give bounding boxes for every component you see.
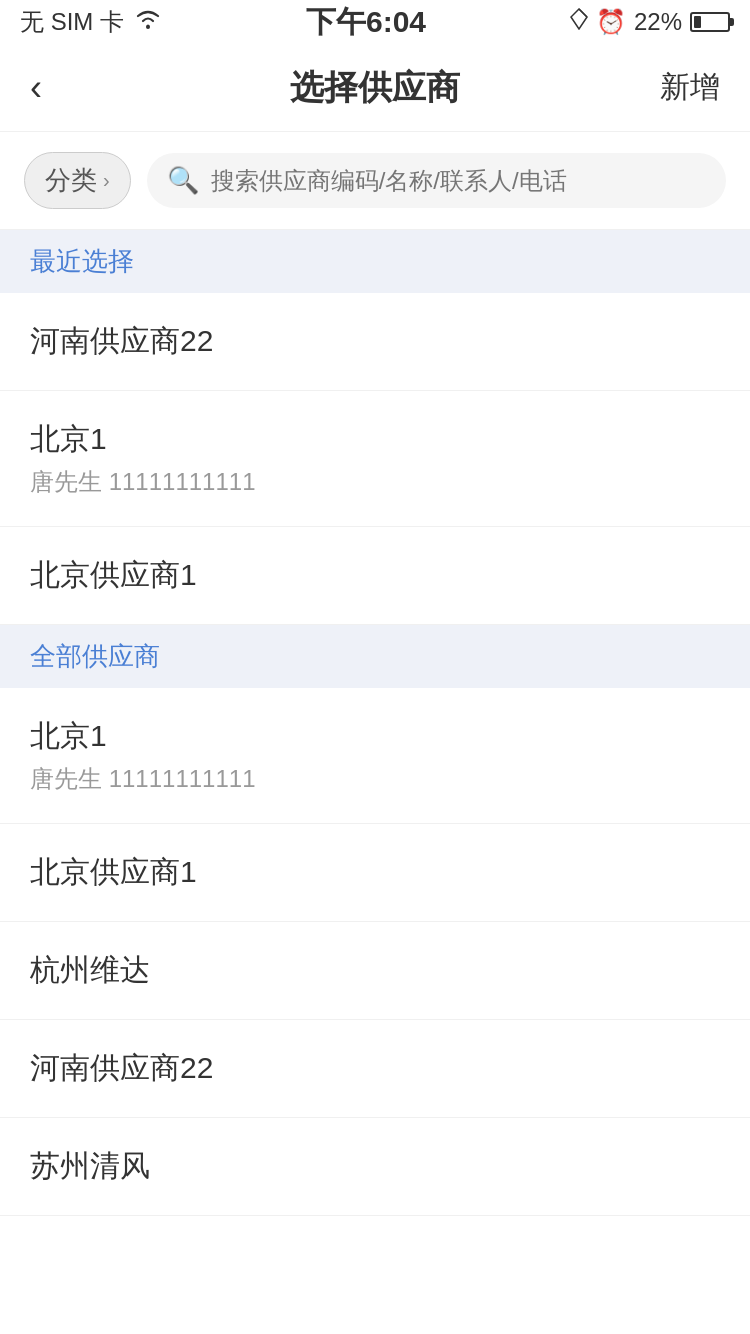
list-item[interactable]: 河南供应商22: [0, 293, 750, 391]
svg-point-0: [146, 25, 150, 29]
recent-list: 河南供应商22 北京1 唐先生 11111111111 北京供应商1: [0, 293, 750, 625]
battery-percent: 22%: [634, 8, 682, 36]
item-name: 苏州清风: [30, 1146, 720, 1187]
list-item[interactable]: 北京供应商1: [0, 824, 750, 922]
category-label: 分类: [45, 163, 97, 198]
list-item[interactable]: 河南供应商22: [0, 1020, 750, 1118]
item-name: 北京供应商1: [30, 852, 720, 893]
no-sim-text: 无 SIM 卡: [20, 6, 124, 38]
status-bar: 无 SIM 卡 下午6:04 ⏰ 22%: [0, 0, 750, 44]
status-right: ⏰ 22%: [570, 8, 730, 36]
all-section-label: 全部供应商: [30, 641, 160, 671]
item-name: 杭州维达: [30, 950, 720, 991]
item-name: 北京1: [30, 716, 720, 757]
item-name: 河南供应商22: [30, 321, 720, 362]
alarm-icon: ⏰: [596, 8, 626, 36]
recent-section-header: 最近选择: [0, 230, 750, 293]
nav-bar: ‹ 选择供应商 新增: [0, 44, 750, 132]
item-sub: 唐先生 11111111111: [30, 466, 720, 498]
back-button[interactable]: ‹: [30, 67, 90, 109]
item-name: 河南供应商22: [30, 1048, 720, 1089]
search-input[interactable]: [211, 167, 706, 195]
status-time: 下午6:04: [306, 2, 426, 43]
battery-icon: [690, 12, 730, 32]
location-icon: [570, 8, 588, 36]
search-box: 🔍: [147, 153, 726, 208]
search-icon: 🔍: [167, 165, 199, 196]
item-name: 北京1: [30, 419, 720, 460]
all-list: 北京1 唐先生 11111111111 北京供应商1 杭州维达河南供应商22 苏州清风: [0, 688, 750, 1216]
recent-section-label: 最近选择: [30, 246, 134, 276]
page-title: 选择供应商: [290, 65, 460, 111]
item-name: 北京供应商1: [30, 555, 720, 596]
list-item[interactable]: 北京1 唐先生 11111111111: [0, 688, 750, 824]
add-button[interactable]: 新增: [660, 67, 720, 108]
list-item[interactable]: 杭州维达: [0, 922, 750, 1020]
item-sub: 唐先生 11111111111: [30, 763, 720, 795]
list-item[interactable]: 北京供应商1: [0, 527, 750, 625]
category-button[interactable]: 分类 ›: [24, 152, 131, 209]
chevron-right-icon: ›: [103, 169, 110, 192]
filter-bar: 分类 › 🔍: [0, 132, 750, 230]
all-section-header: 全部供应商: [0, 625, 750, 688]
list-item[interactable]: 北京1 唐先生 11111111111: [0, 391, 750, 527]
list-item[interactable]: 苏州清风: [0, 1118, 750, 1216]
wifi-icon: [134, 8, 162, 36]
status-left: 无 SIM 卡: [20, 6, 162, 38]
